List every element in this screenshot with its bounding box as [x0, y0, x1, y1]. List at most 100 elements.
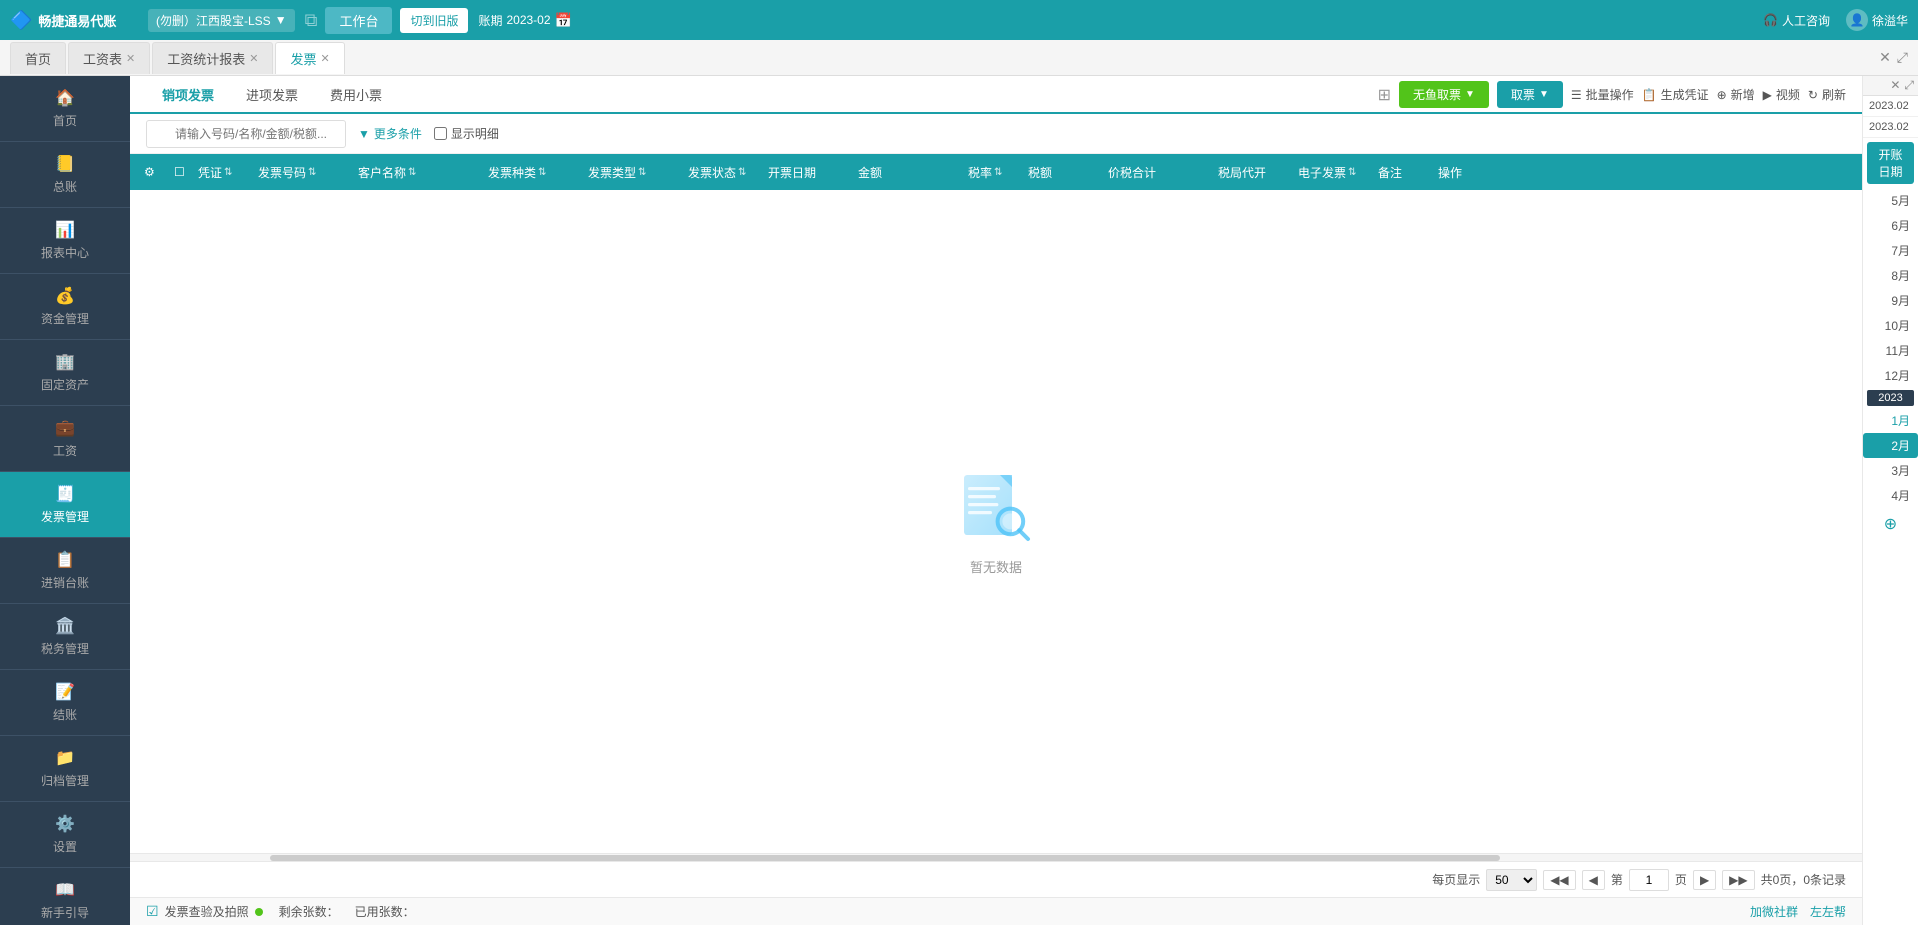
date-month-5[interactable]: 5月	[1863, 188, 1918, 213]
date-month-3[interactable]: 3月	[1863, 458, 1918, 483]
generate-voucher-button[interactable]: 📋 生成凭证	[1642, 86, 1709, 103]
sidebar-item-ledger[interactable]: 📒 总账	[0, 142, 130, 208]
sidebar-item-funds[interactable]: 💰 资金管理	[0, 274, 130, 340]
tab-home[interactable]: 首页	[10, 42, 66, 74]
sidebar-item-settings[interactable]: ⚙️ 设置	[0, 802, 130, 868]
header-right: 🎧 人工咨询 👤 徐溢华	[1763, 9, 1908, 31]
th-issue-date: 开票日期	[762, 164, 852, 181]
date-month-7[interactable]: 7月	[1863, 238, 1918, 263]
date-month-2-active[interactable]: 2月	[1863, 433, 1918, 458]
switch-version-button[interactable]: 切到旧版	[400, 8, 468, 33]
close-all-icon[interactable]: ✕	[1879, 49, 1891, 66]
date-month-6[interactable]: 6月	[1863, 213, 1918, 238]
date-month-8[interactable]: 8月	[1863, 263, 1918, 288]
more-conditions-button[interactable]: ▼ 更多条件	[358, 125, 422, 142]
tax-rate-sort-icon[interactable]: ⇅	[994, 167, 1002, 178]
show-detail-checkbox[interactable]: 显示明细	[434, 125, 499, 142]
sidebar-item-tax[interactable]: 🏛️ 税务管理	[0, 604, 130, 670]
sidebar-item-invoice[interactable]: 🧾 发票管理	[0, 472, 130, 538]
voucher-sort-icon[interactable]: ⇅	[224, 167, 232, 178]
table-scrollbar[interactable]	[130, 853, 1862, 861]
join-community-link[interactable]: 加微社群	[1750, 903, 1798, 920]
dropdown-arrow-icon: ▼	[275, 13, 287, 27]
invoice-status-sort-icon[interactable]: ⇅	[738, 167, 746, 178]
sidebar-item-payroll[interactable]: 💼 工资	[0, 406, 130, 472]
invoice-tab-label: 发票	[290, 49, 316, 68]
invoice-no-sort-icon[interactable]: ⇅	[308, 167, 316, 178]
date-month-9[interactable]: 9月	[1863, 288, 1918, 313]
sub-tab-outgoing[interactable]: 销项发票	[146, 77, 230, 114]
sidebar-label-close: 结账	[53, 706, 77, 723]
right-panel-close-icon[interactable]: ✕	[1890, 78, 1900, 93]
maximize-icon[interactable]: ⤢	[1897, 49, 1908, 66]
date-month-11[interactable]: 11月	[1863, 338, 1918, 363]
new-button[interactable]: ⊕ 新增	[1717, 86, 1755, 103]
workbench-button[interactable]: 工作台	[325, 7, 392, 34]
right-panel-maximize-icon[interactable]: ⤢	[1904, 78, 1914, 93]
sidebar-item-sales-ledger[interactable]: 📋 进销台账	[0, 538, 130, 604]
sub-tab-incoming[interactable]: 进项发票	[230, 77, 314, 114]
invoice-type-sort-icon[interactable]: ⇅	[538, 167, 546, 178]
generate-voucher-icon: 📋	[1642, 88, 1657, 102]
sidebar-item-close[interactable]: 📝 结账	[0, 670, 130, 736]
help-link[interactable]: 左左帮	[1810, 903, 1846, 920]
sidebar-label-ledger: 总账	[53, 178, 77, 195]
refresh-button[interactable]: ↻ 刷新	[1808, 86, 1846, 103]
sub-tabs: 销项发票 进项发票 费用小票 ⊞ 无鱼取票 ▼	[130, 76, 1862, 114]
page-input[interactable]	[1629, 869, 1669, 891]
payroll-tab-close[interactable]: ✕	[126, 52, 135, 65]
new-icon: ⊕	[1717, 88, 1727, 102]
first-page-button[interactable]: ◀◀	[1543, 870, 1575, 890]
no-ticket-dropdown-icon: ▼	[1465, 89, 1475, 100]
show-detail-check-input[interactable]	[434, 127, 447, 140]
user-avatar[interactable]: 👤 徐溢华	[1846, 9, 1908, 31]
period-entry-2[interactable]: 2023.02	[1863, 117, 1918, 138]
date-month-4[interactable]: 4月	[1863, 483, 1918, 508]
prev-page-button[interactable]: ◀	[1582, 870, 1605, 890]
tab-invoice[interactable]: 发票 ✕	[275, 42, 344, 74]
sidebar-item-home[interactable]: 🏠 首页	[0, 76, 130, 142]
sidebar-item-archive[interactable]: 📁 归档管理	[0, 736, 130, 802]
sub-tab-expense[interactable]: 费用小票	[314, 77, 398, 114]
grid-view-icon[interactable]: ⊞	[1378, 85, 1391, 105]
refresh-icon: ↻	[1808, 88, 1818, 102]
tab-payroll-report[interactable]: 工资统计报表 ✕	[152, 42, 273, 74]
th-tax-rate: 税率 ⇅	[962, 164, 1022, 181]
next-page-button[interactable]: ▶	[1693, 870, 1716, 890]
sidebar-item-assets[interactable]: 🏢 固定资产	[0, 340, 130, 406]
calendar-icon[interactable]: 📅	[555, 12, 572, 29]
sidebar-label-guide: 新手引导	[41, 904, 89, 921]
invoice-category-sort-icon[interactable]: ⇅	[638, 167, 646, 178]
date-month-12[interactable]: 12月	[1863, 363, 1918, 388]
support-button[interactable]: 🎧 人工咨询	[1763, 12, 1830, 29]
payroll-report-tab-label: 工资统计报表	[167, 49, 245, 68]
th-invoice-type: 发票种类 ⇅	[482, 164, 582, 181]
right-panel-controls: ✕ ⤢	[1863, 76, 1918, 96]
company-selector[interactable]: (勿删）江西股宝-LSS ▼	[148, 9, 295, 32]
take-ticket-dropdown-icon: ▼	[1539, 89, 1549, 100]
payroll-tab-label: 工资表	[83, 49, 122, 68]
batch-ops-button[interactable]: ☰ 批量操作	[1571, 86, 1634, 103]
headset-icon: 🎧	[1763, 13, 1778, 27]
payroll-report-tab-close[interactable]: ✕	[249, 52, 258, 65]
last-page-button[interactable]: ▶▶	[1722, 870, 1754, 890]
no-ticket-button[interactable]: 无鱼取票 ▼	[1399, 81, 1489, 108]
customer-sort-icon[interactable]: ⇅	[408, 167, 416, 178]
tab-payroll[interactable]: 工资表 ✕	[68, 42, 150, 74]
per-page-select[interactable]: 20 50 100	[1486, 869, 1537, 891]
open-period-button[interactable]: 开账日期	[1867, 142, 1914, 184]
sidebar-item-reports[interactable]: 📊 报表中心	[0, 208, 130, 274]
date-month-10[interactable]: 10月	[1863, 313, 1918, 338]
search-input[interactable]	[146, 120, 346, 148]
date-list-expand-icon[interactable]: ⊕	[1863, 508, 1918, 540]
th-checkbox[interactable]: ☐	[168, 165, 192, 179]
electronic-sort-icon[interactable]: ⇅	[1348, 167, 1356, 178]
video-button[interactable]: ▶ 视频	[1763, 86, 1800, 103]
take-ticket-button[interactable]: 取票 ▼	[1497, 81, 1563, 108]
invoice-check-icon[interactable]: ☑	[146, 903, 159, 920]
date-month-1[interactable]: 1月	[1863, 408, 1918, 433]
sidebar-item-guide[interactable]: 📖 新手引导	[0, 868, 130, 925]
invoice-tab-close[interactable]: ✕	[321, 52, 330, 65]
period-entry-1[interactable]: 2023.02	[1863, 96, 1918, 117]
table-scroll-thumb[interactable]	[270, 855, 1500, 861]
